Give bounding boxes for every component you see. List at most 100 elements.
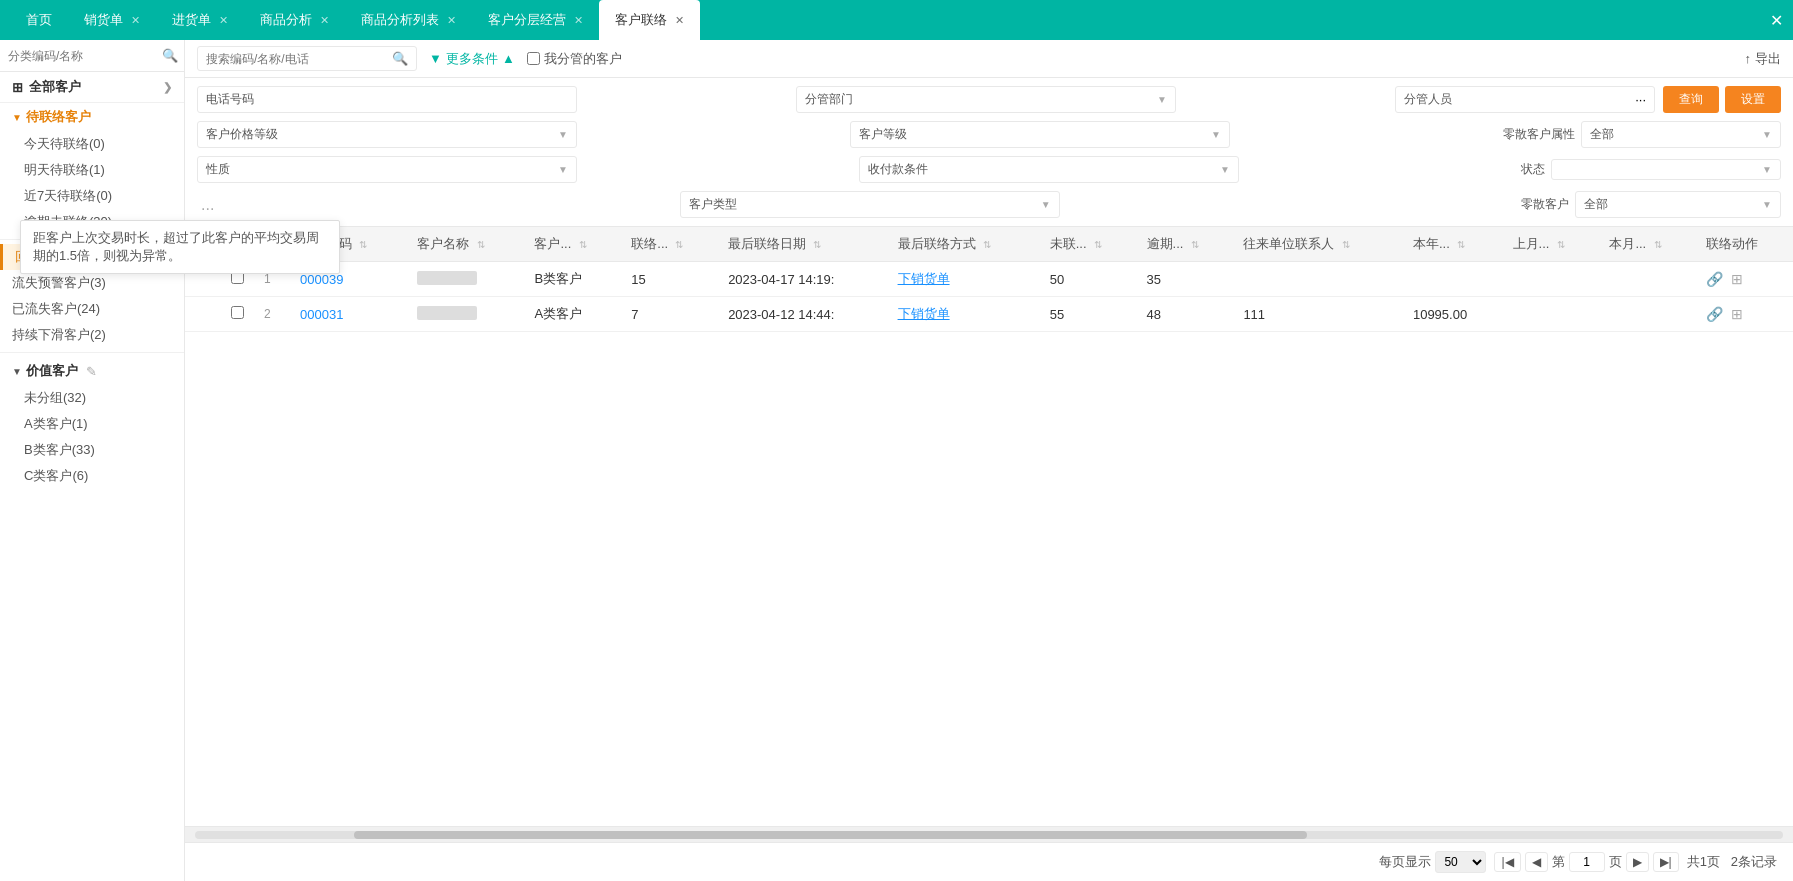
row-contact-person bbox=[1233, 262, 1403, 297]
search-icon[interactable]: 🔍 bbox=[162, 48, 178, 63]
row-this-month bbox=[1599, 297, 1696, 332]
edit-icon[interactable]: ✎ bbox=[86, 364, 97, 379]
payment-terms-field[interactable]: 收付款条件 ▼ bbox=[859, 156, 1239, 183]
row-name[interactable] bbox=[407, 262, 524, 297]
nav-tab-purchase[interactable]: 进货单 ✕ bbox=[156, 0, 244, 40]
page-number-input[interactable] bbox=[1569, 852, 1605, 872]
sub-dept-field[interactable]: 分管部门 ▼ bbox=[796, 86, 1176, 113]
advanced-filters: 电话号码 分管部门 ▼ 分管人员 ··· 查询 设置 bbox=[185, 78, 1793, 227]
customer-level-field[interactable]: 客户等级 ▼ bbox=[850, 121, 1230, 148]
sidebar-item-all-customers[interactable]: ⊞ 全部客户 ❯ bbox=[0, 72, 184, 103]
search-icon[interactable]: 🔍 bbox=[392, 51, 408, 66]
this-year-col-header[interactable]: 本年... ⇅ bbox=[1403, 227, 1503, 262]
chevron-down-icon: ▼ bbox=[1762, 129, 1772, 140]
row-name[interactable] bbox=[407, 297, 524, 332]
triangle-down-icon: ▼ bbox=[12, 112, 22, 123]
nav-tab-sales[interactable]: 销货单 ✕ bbox=[68, 0, 156, 40]
per-page-selector: 每页显示 50 20 100 bbox=[1379, 851, 1486, 873]
settings-button[interactable]: 设置 bbox=[1725, 86, 1781, 113]
row-actions: 🔗 ⊞ bbox=[1696, 297, 1793, 332]
row-checkbox[interactable] bbox=[221, 297, 254, 332]
sort-icon: ⇅ bbox=[1191, 239, 1199, 250]
nav-tab-product-list[interactable]: 商品分析列表 ✕ bbox=[345, 0, 472, 40]
grid-icon: ⊞ bbox=[12, 80, 23, 95]
horizontal-scrollbar[interactable] bbox=[185, 826, 1793, 842]
more-conditions-button[interactable]: ▼ 更多条件 ▲ bbox=[429, 50, 515, 68]
sidebar-item-class-b[interactable]: B类客户(33) bbox=[0, 437, 184, 463]
unreached-col-header[interactable]: 未联... ⇅ bbox=[1040, 227, 1137, 262]
more-dots-button[interactable]: ... bbox=[197, 192, 218, 218]
prev-page-button[interactable]: ◀ bbox=[1525, 852, 1548, 872]
retail-customer-field[interactable]: 全部 ▼ bbox=[1575, 191, 1781, 218]
row-code[interactable]: 000031 bbox=[290, 297, 407, 332]
row-settings bbox=[185, 297, 221, 332]
close-icon[interactable]: ✕ bbox=[219, 14, 228, 27]
overdue-col-header[interactable]: 逾期... ⇅ bbox=[1137, 227, 1234, 262]
this-month-col-header[interactable]: 本月... ⇅ bbox=[1599, 227, 1696, 262]
price-level-field[interactable]: 客户价格等级 ▼ bbox=[197, 121, 577, 148]
scrollbar-thumb[interactable] bbox=[354, 831, 1307, 839]
row-select-checkbox[interactable] bbox=[231, 306, 244, 319]
nav-tab-customer-contact[interactable]: 客户联络 ✕ bbox=[599, 0, 700, 40]
contact-person-col-header[interactable]: 往来单位联系人 ⇅ bbox=[1233, 227, 1403, 262]
export-button[interactable]: ↑ 导出 bbox=[1745, 50, 1782, 68]
content-area: 🔍 ▼ 更多条件 ▲ 我分管的客户 ↑ 导出 电话号码 bbox=[185, 40, 1793, 881]
row-last-contact-method[interactable]: 下销货单 bbox=[888, 262, 1040, 297]
more-icon[interactable]: ··· bbox=[1635, 92, 1646, 107]
next-page-button[interactable]: ▶ bbox=[1626, 852, 1649, 872]
sort-icon: ⇅ bbox=[477, 239, 485, 250]
row-this-year: 10995.00 bbox=[1403, 297, 1503, 332]
last-page-button[interactable]: ▶| bbox=[1653, 852, 1679, 872]
contact-col-header[interactable]: 联络... ⇅ bbox=[621, 227, 718, 262]
sidebar-item-7days[interactable]: 近7天待联络(0) bbox=[0, 183, 184, 209]
close-icon[interactable]: ✕ bbox=[320, 14, 329, 27]
row-category: B类客户 bbox=[524, 262, 621, 297]
sidebar-search-input[interactable] bbox=[8, 49, 158, 63]
sidebar-item-tomorrow[interactable]: 明天待联络(1) bbox=[0, 157, 184, 183]
link-icon[interactable]: 🔗 bbox=[1706, 271, 1723, 287]
last-contact-date-col-header[interactable]: 最后联络日期 ⇅ bbox=[718, 227, 887, 262]
sidebar-group-pending[interactable]: ▼ 待联络客户 bbox=[0, 103, 184, 131]
sidebar-item-already-lost[interactable]: 已流失客户(24) bbox=[0, 296, 184, 322]
close-icon[interactable]: ✕ bbox=[131, 14, 140, 27]
sidebar-item-ungrouped[interactable]: 未分组(32) bbox=[0, 385, 184, 411]
link-icon[interactable]: 🔗 bbox=[1706, 306, 1723, 322]
query-button[interactable]: 查询 bbox=[1663, 86, 1719, 113]
name-col-header[interactable]: 客户名称 ⇅ bbox=[407, 227, 524, 262]
close-icon[interactable]: ✕ bbox=[574, 14, 583, 27]
per-page-select[interactable]: 50 20 100 bbox=[1435, 851, 1486, 873]
row-unreached: 55 bbox=[1040, 297, 1137, 332]
my-customers-check[interactable] bbox=[527, 52, 540, 65]
chevron-down-icon: ▼ bbox=[1211, 129, 1221, 140]
my-customers-checkbox[interactable]: 我分管的客户 bbox=[527, 50, 622, 68]
close-icon[interactable]: ✕ bbox=[675, 14, 684, 27]
sidebar-item-class-a[interactable]: A类客户(1) bbox=[0, 411, 184, 437]
last-month-col-header[interactable]: 上月... ⇅ bbox=[1503, 227, 1600, 262]
retail-attr-field[interactable]: 全部 ▼ bbox=[1581, 121, 1781, 148]
nav-tab-product-analysis[interactable]: 商品分析 ✕ bbox=[244, 0, 345, 40]
tooltip: 距客户上次交易时长，超过了此客户的平均交易周期的1.5倍，则视为异常。 bbox=[20, 220, 340, 274]
sub-person-field[interactable]: 分管人员 ··· bbox=[1395, 86, 1655, 113]
nav-tab-customer-layer[interactable]: 客户分层经营 ✕ bbox=[472, 0, 599, 40]
status-field[interactable]: ▼ bbox=[1551, 159, 1781, 180]
nav-tab-home[interactable]: 首页 bbox=[10, 0, 68, 40]
close-icon[interactable]: ✕ bbox=[447, 14, 456, 27]
sidebar-item-class-c[interactable]: C类客户(6) bbox=[0, 463, 184, 489]
customer-type-field[interactable]: 客户类型 ▼ bbox=[680, 191, 1060, 218]
gender-field[interactable]: 性质 ▼ bbox=[197, 156, 577, 183]
sidebar: 🔍 ⊞ 全部客户 ❯ ▼ 待联络客户 今天待联络(0) 明天待联络(1) 近7天… bbox=[0, 40, 185, 881]
row-last-contact-date: 2023-04-17 14:19: bbox=[718, 262, 887, 297]
customer-search-input[interactable] bbox=[206, 52, 388, 66]
category-col-header[interactable]: 客户... ⇅ bbox=[524, 227, 621, 262]
row-last-contact-method[interactable]: 下销货单 bbox=[888, 297, 1040, 332]
grid-action-icon[interactable]: ⊞ bbox=[1731, 306, 1743, 322]
grid-action-icon[interactable]: ⊞ bbox=[1731, 271, 1743, 287]
sidebar-value-customers-group[interactable]: ▼ 价值客户 ✎ bbox=[0, 357, 184, 385]
sidebar-item-declining[interactable]: 持续下滑客户(2) bbox=[0, 322, 184, 348]
sort-icon: ⇅ bbox=[1654, 239, 1662, 250]
first-page-button[interactable]: |◀ bbox=[1494, 852, 1520, 872]
last-contact-method-col-header[interactable]: 最后联络方式 ⇅ bbox=[888, 227, 1040, 262]
phone-field[interactable]: 电话号码 bbox=[197, 86, 577, 113]
close-all-button[interactable]: ✕ bbox=[1770, 11, 1783, 30]
sidebar-item-today[interactable]: 今天待联络(0) bbox=[0, 131, 184, 157]
